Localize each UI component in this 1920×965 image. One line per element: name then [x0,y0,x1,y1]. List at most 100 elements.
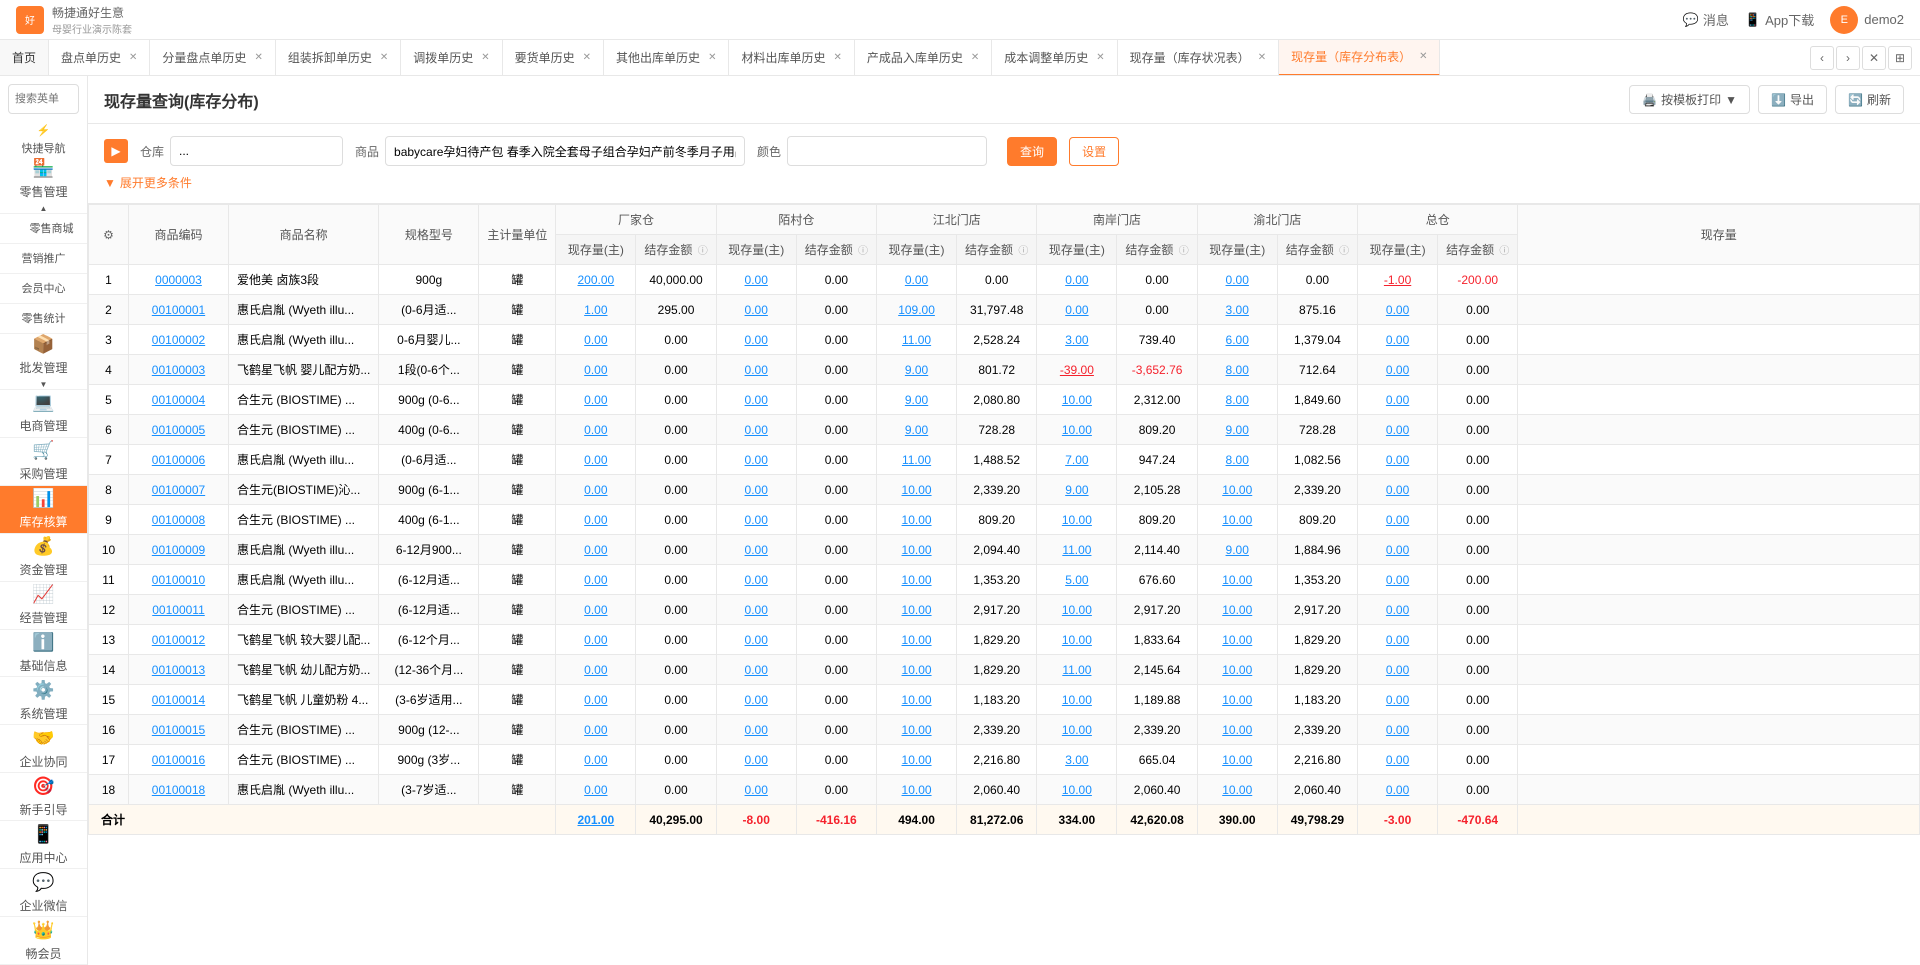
sidebar-item-retail-mgmt[interactable]: 🏪 零售管理 ▲ [0,158,87,214]
cell-yubei-qty[interactable]: 8.00 [1197,385,1277,415]
cell-code[interactable]: 00100013 [129,655,229,685]
tab-1[interactable]: 盘点单历史 ✕ [49,40,150,76]
cell-mocun-qty[interactable]: 0.00 [716,385,796,415]
cell-yubei-qty[interactable]: 10.00 [1197,595,1277,625]
cell-code[interactable]: 00100008 [129,505,229,535]
cell-yubei-qty[interactable]: 8.00 [1197,355,1277,385]
cell-total-qty[interactable]: 0.00 [1358,565,1438,595]
cell-mocun-qty[interactable]: 0.00 [716,745,796,775]
cell-nanan-qty[interactable]: 0.00 [1037,295,1117,325]
cell-jiangbei-qty[interactable]: 11.00 [877,445,957,475]
tabs-menu-btn[interactable]: ⊞ [1888,46,1912,70]
tab-5[interactable]: 要货单历史 ✕ [503,40,604,76]
cell-yubei-qty[interactable]: 10.00 [1197,505,1277,535]
cell-factory-qty[interactable]: 0.00 [556,715,636,745]
tabs-close-btn[interactable]: ✕ [1862,46,1886,70]
cell-nanan-qty[interactable]: 7.00 [1037,445,1117,475]
tab-8[interactable]: 产成品入库单历史 ✕ [855,40,992,76]
cell-yubei-qty[interactable]: 6.00 [1197,325,1277,355]
cell-jiangbei-qty[interactable]: 109.00 [877,295,957,325]
tab-close-5[interactable]: ✕ [583,52,591,63]
settings-btn[interactable]: 设置 [1069,137,1119,166]
cell-nanan-qty[interactable]: 10.00 [1037,595,1117,625]
cell-mocun-qty[interactable]: 0.00 [716,535,796,565]
footer-nanan-qty[interactable]: 334.00 [1037,805,1117,835]
app-btn[interactable]: 📱 App下载 [1745,10,1814,29]
sidebar-item-member[interactable]: 会员中心 [0,274,87,304]
cell-total-qty[interactable]: 0.00 [1358,415,1438,445]
cell-total-qty[interactable]: 0.00 [1358,475,1438,505]
cell-yubei-qty[interactable]: 9.00 [1197,415,1277,445]
cell-total-qty[interactable]: 0.00 [1358,355,1438,385]
sidebar-item-wholesale[interactable]: 📦 批发管理 ▼ [0,334,87,390]
sidebar-item-basic-info[interactable]: ℹ️ 基础信息 [0,630,87,678]
cell-jiangbei-qty[interactable]: 10.00 [877,745,957,775]
tab-close-10[interactable]: ✕ [1258,52,1266,63]
cell-nanan-qty[interactable]: 3.00 [1037,745,1117,775]
tab-close-1[interactable]: ✕ [129,52,137,63]
cell-yubei-qty[interactable]: 10.00 [1197,625,1277,655]
tab-7[interactable]: 材料出库单历史 ✕ [729,40,854,76]
cell-jiangbei-qty[interactable]: 9.00 [877,355,957,385]
cell-yubei-qty[interactable]: 10.00 [1197,565,1277,595]
cell-factory-qty[interactable]: 0.00 [556,685,636,715]
cell-code[interactable]: 0000003 [129,265,229,295]
print-btn[interactable]: 🖨️ 按模板打印 ▼ [1629,85,1750,114]
cell-nanan-qty[interactable]: 10.00 [1037,505,1117,535]
cell-yubei-qty[interactable]: 9.00 [1197,535,1277,565]
cell-factory-qty[interactable]: 0.00 [556,475,636,505]
cell-yubei-qty[interactable]: 10.00 [1197,775,1277,805]
cell-factory-qty[interactable]: 0.00 [556,655,636,685]
cell-code[interactable]: 00100002 [129,325,229,355]
cell-nanan-qty[interactable]: 10.00 [1037,715,1117,745]
cell-yubei-qty[interactable]: 10.00 [1197,745,1277,775]
cell-mocun-qty[interactable]: 0.00 [716,445,796,475]
tab-11[interactable]: 现存量（库存分布表） ✕ [1279,40,1440,76]
cell-nanan-qty[interactable]: 9.00 [1037,475,1117,505]
cell-yubei-qty[interactable]: 0.00 [1197,265,1277,295]
cell-factory-qty[interactable]: 0.00 [556,385,636,415]
cell-mocun-qty[interactable]: 0.00 [716,415,796,445]
cell-mocun-qty[interactable]: 0.00 [716,715,796,745]
cell-nanan-qty[interactable]: 10.00 [1037,385,1117,415]
footer-mocun-qty[interactable]: -8.00 [716,805,796,835]
cell-nanan-qty[interactable]: 10.00 [1037,775,1117,805]
cell-total-qty[interactable]: 0.00 [1358,715,1438,745]
sidebar-item-purchase[interactable]: 🛒 采购管理 [0,438,87,486]
cell-yubei-qty[interactable]: 10.00 [1197,655,1277,685]
cell-nanan-qty[interactable]: 3.00 [1037,325,1117,355]
cell-total-qty[interactable]: 0.00 [1358,385,1438,415]
cell-factory-qty[interactable]: 0.00 [556,595,636,625]
th-settings[interactable]: ⚙ [89,205,129,265]
cell-factory-qty[interactable]: 0.00 [556,625,636,655]
sidebar-item-ecommerce[interactable]: 💻 电商管理 [0,390,87,438]
sidebar-item-member2[interactable]: 👑 畅会员 [0,917,87,965]
cell-jiangbei-qty[interactable]: 10.00 [877,625,957,655]
cell-code[interactable]: 00100016 [129,745,229,775]
cell-jiangbei-qty[interactable]: 10.00 [877,505,957,535]
footer-yubei-qty[interactable]: 390.00 [1197,805,1277,835]
cell-jiangbei-qty[interactable]: 10.00 [877,475,957,505]
sidebar-item-system[interactable]: ⚙️ 系统管理 [0,677,87,725]
cell-mocun-qty[interactable]: 0.00 [716,625,796,655]
cell-jiangbei-qty[interactable]: 9.00 [877,415,957,445]
cell-jiangbei-qty[interactable]: 11.00 [877,325,957,355]
cell-nanan-qty[interactable]: 11.00 [1037,655,1117,685]
cell-code[interactable]: 00100005 [129,415,229,445]
msg-btn[interactable]: 💬 消息 [1683,10,1729,29]
tab-close-3[interactable]: ✕ [380,52,388,63]
cell-factory-qty[interactable]: 0.00 [556,505,636,535]
sidebar-item-retail-shop[interactable]: 零售商城 [0,214,87,244]
color-input[interactable] [787,136,987,166]
cell-mocun-qty[interactable]: 0.00 [716,475,796,505]
cell-jiangbei-qty[interactable]: 10.00 [877,595,957,625]
export-btn[interactable]: ⬇️ 导出 [1758,85,1827,114]
cell-jiangbei-qty[interactable]: 10.00 [877,535,957,565]
cell-nanan-qty[interactable]: 10.00 [1037,625,1117,655]
cell-nanan-qty[interactable]: -39.00 [1037,355,1117,385]
cell-nanan-qty[interactable]: 10.00 [1037,685,1117,715]
tab-close-4[interactable]: ✕ [481,52,489,63]
tab-4[interactable]: 调拨单历史 ✕ [401,40,502,76]
tab-9[interactable]: 成本调整单历史 ✕ [992,40,1117,76]
tabs-prev-btn[interactable]: ‹ [1810,46,1834,70]
